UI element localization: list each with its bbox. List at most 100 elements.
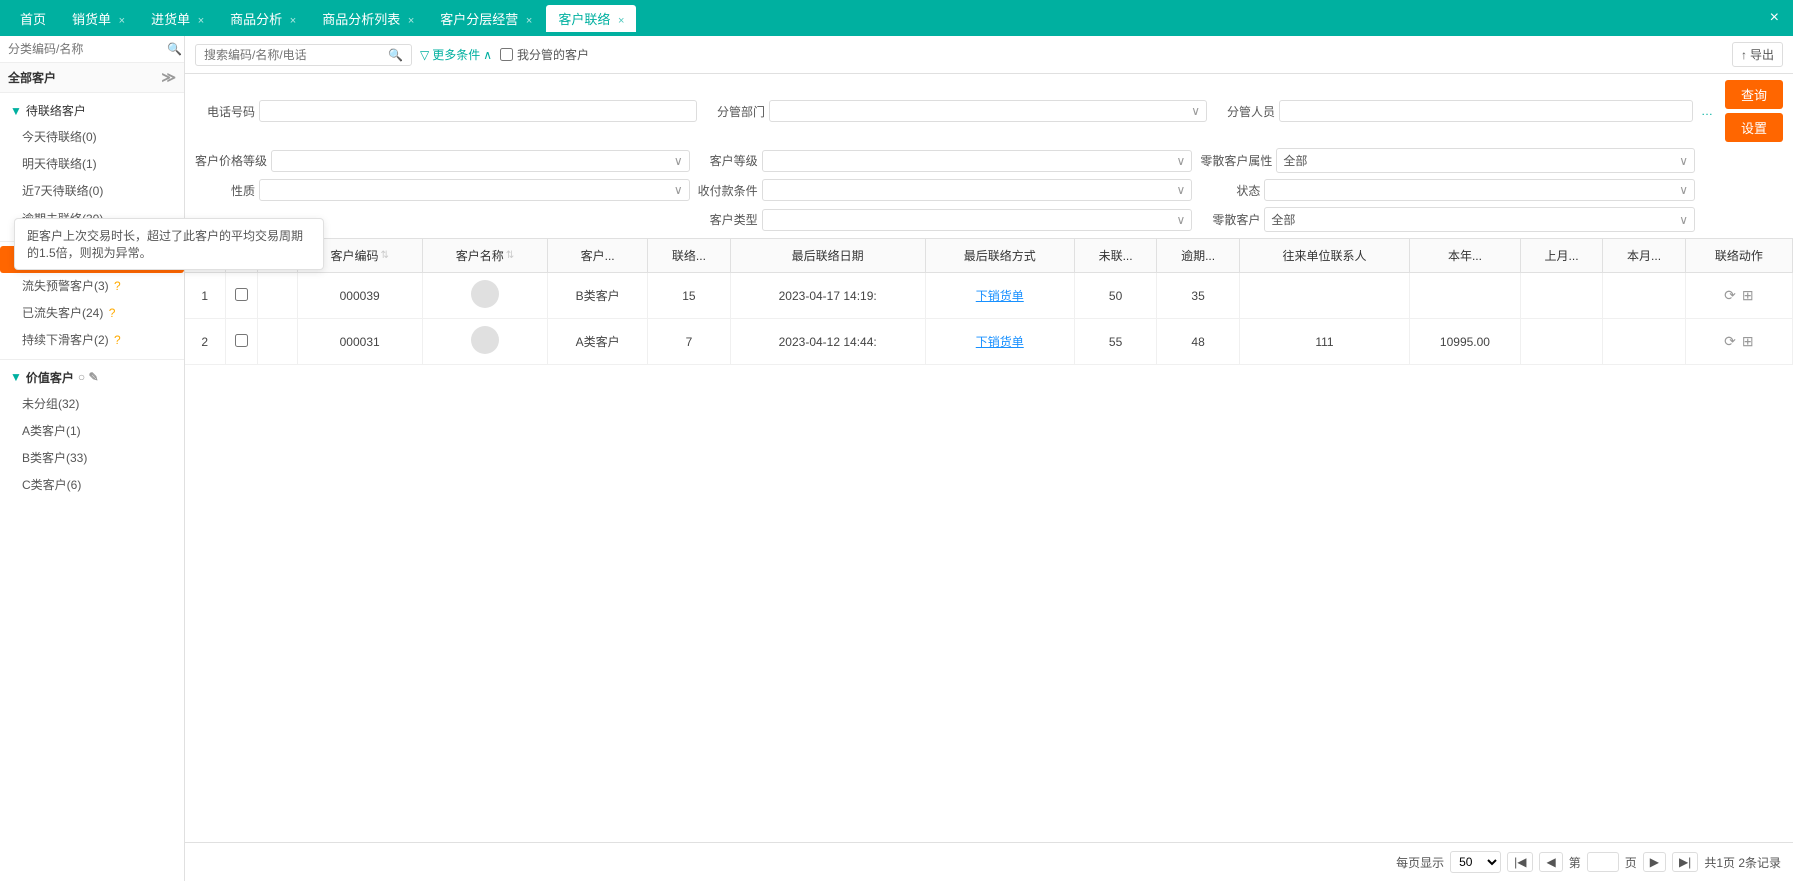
- col-action-header: 联络动作: [1685, 239, 1792, 273]
- filter-scattered-label: 零散客户属性: [1200, 152, 1272, 169]
- tab-sales-order[interactable]: 销货单 ×: [60, 5, 137, 32]
- filter-scattered2-label: 零散客户: [1200, 211, 1260, 228]
- prev-page-btn[interactable]: ◀: [1539, 852, 1562, 872]
- overdue-label: 逾期...: [1181, 249, 1215, 263]
- filter-price-select[interactable]: ∨: [271, 150, 690, 172]
- row1-link-icon[interactable]: ⟳: [1724, 287, 1736, 304]
- row1-grid-icon[interactable]: ⊞: [1742, 287, 1754, 304]
- sidebar-item-loss-warning[interactable]: 流失预警客户(3) ?: [0, 273, 184, 300]
- row2-num: 2: [185, 319, 225, 365]
- sidebar-item-today[interactable]: 今天待联络(0): [0, 124, 184, 151]
- row1-checkbox[interactable]: [235, 288, 248, 301]
- sidebar-item-a-class[interactable]: A类客户(1): [0, 418, 184, 445]
- page-number-input[interactable]: 1: [1587, 852, 1619, 872]
- row2-method-link[interactable]: 下销货单: [976, 335, 1024, 349]
- sidebar-collapse-btn[interactable]: ≫: [161, 69, 176, 86]
- export-button[interactable]: ↑ 导出: [1732, 42, 1783, 67]
- filter-nature-select[interactable]: ∨: [259, 179, 690, 201]
- row2-checkbox[interactable]: [235, 334, 248, 347]
- close-tab-list[interactable]: ×: [408, 15, 414, 27]
- filter-manager-more[interactable]: …: [1697, 104, 1717, 118]
- tab-customer-segment[interactable]: 客户分层经营 ×: [428, 5, 544, 32]
- close-tab-sales[interactable]: ×: [119, 15, 125, 27]
- filter-dept-select[interactable]: ∨: [769, 100, 1207, 122]
- settings-button[interactable]: 设置: [1725, 113, 1783, 142]
- last-method-label: 最后联络方式: [964, 249, 1036, 263]
- name-sort-icon[interactable]: ⇅: [506, 250, 514, 261]
- close-tab-segment[interactable]: ×: [526, 15, 532, 27]
- close-all-tabs[interactable]: ×: [1764, 9, 1785, 27]
- more-conditions-btn[interactable]: ▽ 更多条件 ∧: [420, 46, 492, 63]
- last-page-btn[interactable]: ▶|: [1672, 852, 1698, 872]
- page-of-label: 页: [1625, 854, 1637, 871]
- row1-settings: [257, 273, 297, 319]
- per-page-select[interactable]: 50 100 200: [1450, 851, 1501, 873]
- sidebar-item-ungrouped[interactable]: 未分组(32): [0, 391, 184, 418]
- close-tab-contact[interactable]: ×: [618, 15, 624, 27]
- first-page-btn[interactable]: |◀: [1507, 852, 1533, 872]
- sidebar-search-icon[interactable]: 🔍: [167, 42, 182, 56]
- sidebar-search-input[interactable]: [8, 42, 163, 56]
- sidebar-lost-label: 已流失客户(24): [22, 306, 103, 320]
- row1-check: [225, 273, 257, 319]
- tab-customer-contact[interactable]: 客户联络 ×: [546, 5, 636, 32]
- code-sort-icon[interactable]: ⇅: [380, 250, 388, 261]
- sidebar-item-declining[interactable]: 持续下滑客户(2) ?: [0, 327, 184, 354]
- filter-type-select[interactable]: ∨: [762, 209, 1193, 231]
- row1-action: ⟳ ⊞: [1685, 273, 1792, 319]
- category-label: 客户...: [581, 249, 615, 263]
- next-page-btn[interactable]: ▶: [1643, 852, 1666, 872]
- close-tab-purchase[interactable]: ×: [198, 15, 204, 27]
- filter-scattered2-value: 全部: [1271, 211, 1295, 228]
- query-button[interactable]: 查询: [1725, 80, 1783, 109]
- chevron-price-icon: ∨: [674, 154, 683, 168]
- tab-product-analysis[interactable]: 商品分析 ×: [218, 5, 308, 32]
- row2-grid-icon[interactable]: ⊞: [1742, 333, 1754, 350]
- sidebar-item-tomorrow[interactable]: 明天待联络(1): [0, 151, 184, 178]
- sidebar-waiting-contact-header[interactable]: ▼ 待联络客户: [0, 97, 184, 124]
- col-this-month-header: 本月...: [1603, 239, 1686, 273]
- tab-product-list[interactable]: 商品分析列表 ×: [310, 5, 426, 32]
- sidebar-item-b-class[interactable]: B类客户(33): [0, 445, 184, 472]
- close-tab-product[interactable]: ×: [290, 15, 296, 27]
- filter-manager: 分管人员 …: [1215, 100, 1717, 122]
- row1-action-icons: ⟳ ⊞: [1692, 287, 1786, 304]
- main-search-icon[interactable]: 🔍: [388, 48, 403, 62]
- tab-purchase-order[interactable]: 进货单 ×: [139, 5, 216, 32]
- sidebar-edit-icon[interactable]: ○ ✎: [78, 370, 99, 384]
- sidebar-loss-warning-info: ?: [114, 279, 121, 293]
- search-box: 🔍: [195, 44, 412, 66]
- table-row: 1 000039 B类客户 15 2023-04-17 14:19:: [185, 273, 1793, 319]
- filter-status-select[interactable]: ∨: [1264, 179, 1695, 201]
- row2-this-month: [1603, 319, 1686, 365]
- filter-scattered2-select[interactable]: 全部 ∨: [1264, 207, 1695, 232]
- row2-link-icon[interactable]: ⟳: [1724, 333, 1736, 350]
- filter-manager-input[interactable]: [1279, 100, 1693, 122]
- my-customers-checkbox[interactable]: [500, 48, 513, 61]
- sidebar-item-lost[interactable]: 已流失客户(24) ?: [0, 300, 184, 327]
- row2-unread: 55: [1074, 319, 1157, 365]
- filter-row-1: 电话号码 分管部门 ∨ 分管人员 … 查询 设置: [195, 80, 1783, 142]
- total-records: 共1页 2条记录: [1704, 854, 1781, 871]
- filter-scattered-select[interactable]: 全部 ∨: [1276, 148, 1695, 173]
- sidebar-arrow-value: ▼: [10, 370, 22, 384]
- filter-level-select[interactable]: ∨: [762, 150, 1193, 172]
- row2-settings: [257, 319, 297, 365]
- main-search-input[interactable]: [204, 48, 384, 62]
- sidebar-value-customers-header[interactable]: ▼ 价值客户 ○ ✎: [0, 364, 184, 391]
- table-header-row: ⚙ 客户编码 ⇅ 客户名称 ⇅: [185, 239, 1793, 273]
- row1-method-link[interactable]: 下销货单: [976, 289, 1024, 303]
- sidebar-item-7days[interactable]: 近7天待联络(0): [0, 178, 184, 205]
- col-last-contact-method-header: 最后联络方式: [925, 239, 1074, 273]
- filter-payment-select[interactable]: ∨: [762, 179, 1193, 201]
- chevron-scattered2-icon: ∨: [1679, 213, 1688, 227]
- filter-status-label: 状态: [1200, 182, 1260, 199]
- filter-phone-input[interactable]: [259, 100, 697, 122]
- sidebar-divider-2: [0, 359, 184, 360]
- row1-last-month: [1520, 273, 1603, 319]
- sidebar-declining-label: 持续下滑客户(2): [22, 333, 109, 347]
- filter-dept-label: 分管部门: [705, 103, 765, 120]
- tab-home[interactable]: 首页: [8, 5, 58, 32]
- filter-scattered-value: 全部: [1283, 152, 1307, 169]
- sidebar-item-c-class[interactable]: C类客户(6): [0, 472, 184, 499]
